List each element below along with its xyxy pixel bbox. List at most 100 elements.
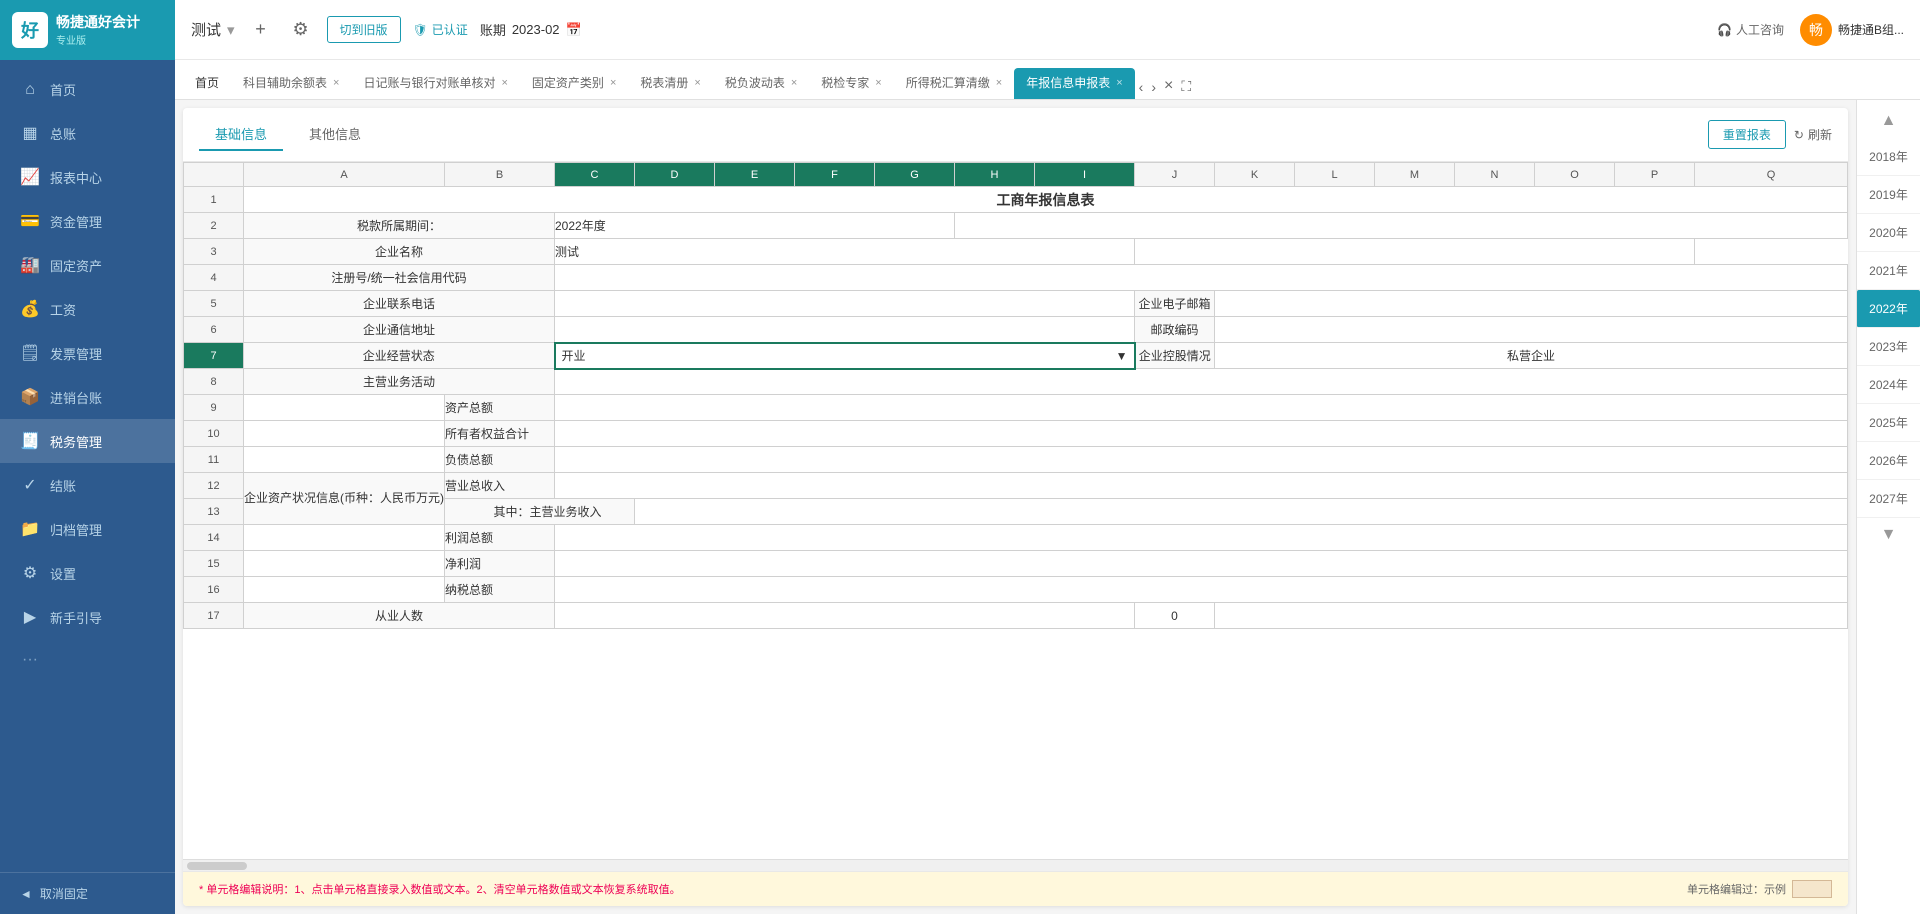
cell-7-j-value[interactable]: 私营企业 bbox=[1215, 343, 1848, 369]
cell-16-value[interactable] bbox=[555, 577, 1848, 603]
company-dropdown-icon[interactable]: ▾ bbox=[227, 21, 235, 39]
refresh-button[interactable]: ↻ 刷新 bbox=[1794, 126, 1832, 143]
sidebar-cancel-fixed[interactable]: ◄ 取消固定 bbox=[0, 872, 175, 914]
col-header-M[interactable]: M bbox=[1375, 163, 1455, 187]
cell-1-title[interactable]: 工商年报信息表 bbox=[244, 187, 1848, 213]
horizontal-scrollbar[interactable] bbox=[183, 859, 1848, 871]
sidebar-item-invoice[interactable]: 🗒 发票管理 bbox=[0, 331, 175, 375]
col-header-H[interactable]: H bbox=[955, 163, 1035, 187]
tab-annual-report-close-icon[interactable]: × bbox=[1116, 77, 1122, 89]
cell-2-empty[interactable] bbox=[955, 213, 1848, 239]
sidebar-item-reports[interactable]: 📈 报表中心 bbox=[0, 155, 175, 199]
tab-aux-close-icon[interactable]: × bbox=[333, 77, 339, 89]
tab-next-button[interactable]: › bbox=[1147, 75, 1160, 99]
spreadsheet-container[interactable]: A B C D E F G H I J K L M bbox=[183, 162, 1848, 859]
cell-17-j[interactable]: 0 bbox=[1135, 603, 1215, 629]
col-header-O[interactable]: O bbox=[1535, 163, 1615, 187]
add-button[interactable]: + bbox=[247, 16, 275, 44]
cell-14-b[interactable]: 利润总额 bbox=[445, 525, 555, 551]
tab-tax-expert-close-icon[interactable]: × bbox=[875, 77, 881, 89]
cell-15-a[interactable] bbox=[244, 551, 445, 577]
panel-tab-basic[interactable]: 基础信息 bbox=[199, 118, 283, 151]
panel-tab-other[interactable]: 其他信息 bbox=[293, 118, 377, 151]
calendar-icon[interactable]: 📅 bbox=[566, 22, 582, 38]
cell-11-b[interactable]: 负债总额 bbox=[445, 447, 555, 473]
tab-home[interactable]: 首页 bbox=[183, 68, 231, 99]
cell-3-empty[interactable] bbox=[1135, 239, 1695, 265]
cell-11-a[interactable] bbox=[244, 447, 445, 473]
sidebar-item-more[interactable]: ··· bbox=[0, 639, 175, 681]
tab-tax-table[interactable]: 税表清册 × bbox=[628, 68, 712, 99]
cell-12-b[interactable]: 营业总收入 bbox=[445, 473, 555, 499]
sidebar-item-archive[interactable]: 📁 归档管理 bbox=[0, 507, 175, 551]
cell-6-j-value[interactable] bbox=[1215, 317, 1848, 343]
col-header-E[interactable]: E bbox=[715, 163, 795, 187]
col-header-C[interactable]: C bbox=[555, 163, 635, 187]
col-header-I[interactable]: I bbox=[1035, 163, 1135, 187]
sidebar-item-stock[interactable]: 📦 进销台账 bbox=[0, 375, 175, 419]
sidebar-item-tax[interactable]: 🧾 税务管理 bbox=[0, 419, 175, 463]
tab-fixed-cat-close-icon[interactable]: × bbox=[610, 77, 616, 89]
cell-15-value[interactable] bbox=[555, 551, 1848, 577]
tab-journal[interactable]: 日记账与银行对账单核对 × bbox=[351, 68, 519, 99]
tab-close-all-button[interactable]: × bbox=[1160, 73, 1177, 99]
cell-6-label[interactable]: 企业通信地址 bbox=[244, 317, 555, 343]
tab-tax-expert[interactable]: 税检专家 × bbox=[809, 68, 893, 99]
sidebar-item-settings[interactable]: ⚙ 设置 bbox=[0, 551, 175, 595]
cell-17-empty[interactable] bbox=[1215, 603, 1848, 629]
tab-journal-close-icon[interactable]: × bbox=[501, 77, 507, 89]
col-header-A[interactable]: A bbox=[244, 163, 445, 187]
cell-7-value[interactable]: 开业 ▼ bbox=[555, 343, 1135, 369]
tab-income-tax-close-icon[interactable]: × bbox=[996, 77, 1002, 89]
cell-3-value[interactable]: 测试 bbox=[555, 239, 1135, 265]
sidebar-item-capital[interactable]: 💳 资金管理 bbox=[0, 199, 175, 243]
cell-11-value[interactable] bbox=[555, 447, 1848, 473]
year-item-2020[interactable]: 2020年 bbox=[1857, 214, 1920, 252]
year-item-2023[interactable]: 2023年 bbox=[1857, 328, 1920, 366]
cell-9-b[interactable]: 资产总额 bbox=[445, 395, 555, 421]
cell-17-value[interactable] bbox=[555, 603, 1135, 629]
col-header-J[interactable]: J bbox=[1135, 163, 1215, 187]
cell-3-label[interactable]: 企业名称 bbox=[244, 239, 555, 265]
cell-2-value[interactable]: 2022年度 bbox=[555, 213, 955, 239]
year-item-2025[interactable]: 2025年 bbox=[1857, 404, 1920, 442]
year-item-2026[interactable]: 2026年 bbox=[1857, 442, 1920, 480]
cell-12-a[interactable]: 企业资产状况信息(币种：人民币万元) bbox=[244, 473, 445, 525]
customer-service-button[interactable]: 🎧 人工咨询 bbox=[1717, 21, 1784, 38]
cell-14-a[interactable] bbox=[244, 525, 445, 551]
tab-income-tax[interactable]: 所得税汇算清缴 × bbox=[894, 68, 1014, 99]
tab-tax-wave-close-icon[interactable]: × bbox=[791, 77, 797, 89]
cell-10-b[interactable]: 所有者权益合计 bbox=[445, 421, 555, 447]
switch-old-version-button[interactable]: 切到旧版 bbox=[327, 16, 401, 43]
col-header-L[interactable]: L bbox=[1295, 163, 1375, 187]
tab-annual-report[interactable]: 年报信息申报表 × bbox=[1014, 68, 1134, 99]
year-scroll-down-button[interactable]: ▼ bbox=[1879, 524, 1899, 546]
cell-10-value[interactable] bbox=[555, 421, 1848, 447]
cell-5-j[interactable]: 企业电子邮箱 bbox=[1135, 291, 1215, 317]
sidebar-item-checkout[interactable]: ✓ 结账 bbox=[0, 463, 175, 507]
col-header-F[interactable]: F bbox=[795, 163, 875, 187]
cell-12-value[interactable] bbox=[555, 473, 1848, 499]
tab-fixed-cat[interactable]: 固定资产类别 × bbox=[520, 68, 628, 99]
tab-prev-button[interactable]: ‹ bbox=[1135, 75, 1148, 99]
year-item-2019[interactable]: 2019年 bbox=[1857, 176, 1920, 214]
col-header-N[interactable]: N bbox=[1455, 163, 1535, 187]
cell-7-label[interactable]: 企业经营状态 bbox=[244, 343, 555, 369]
cell-17-label[interactable]: 从业人数 bbox=[244, 603, 555, 629]
col-header-D[interactable]: D bbox=[635, 163, 715, 187]
cell-4-label[interactable]: 注册号/统一社会信用代码 bbox=[244, 265, 555, 291]
tab-expand-button[interactable]: ⛶ bbox=[1177, 74, 1195, 99]
sidebar-item-assets[interactable]: 🏭 固定资产 bbox=[0, 243, 175, 287]
cell-15-b[interactable]: 净利润 bbox=[445, 551, 555, 577]
cell-8-value[interactable] bbox=[555, 369, 1848, 395]
cell-9-a[interactable] bbox=[244, 395, 445, 421]
sidebar-item-home[interactable]: ⌂ 首页 bbox=[0, 68, 175, 111]
cell-14-value[interactable] bbox=[555, 525, 1848, 551]
cell-13-sub[interactable]: 其中：主营业务收入 bbox=[445, 499, 635, 525]
sidebar-item-guide[interactable]: ▶ 新手引导 bbox=[0, 595, 175, 639]
cell-5-value[interactable] bbox=[555, 291, 1135, 317]
cell-10-a[interactable] bbox=[244, 421, 445, 447]
cell-6-value[interactable] bbox=[555, 317, 1135, 343]
col-header-K[interactable]: K bbox=[1215, 163, 1295, 187]
year-item-2024[interactable]: 2024年 bbox=[1857, 366, 1920, 404]
